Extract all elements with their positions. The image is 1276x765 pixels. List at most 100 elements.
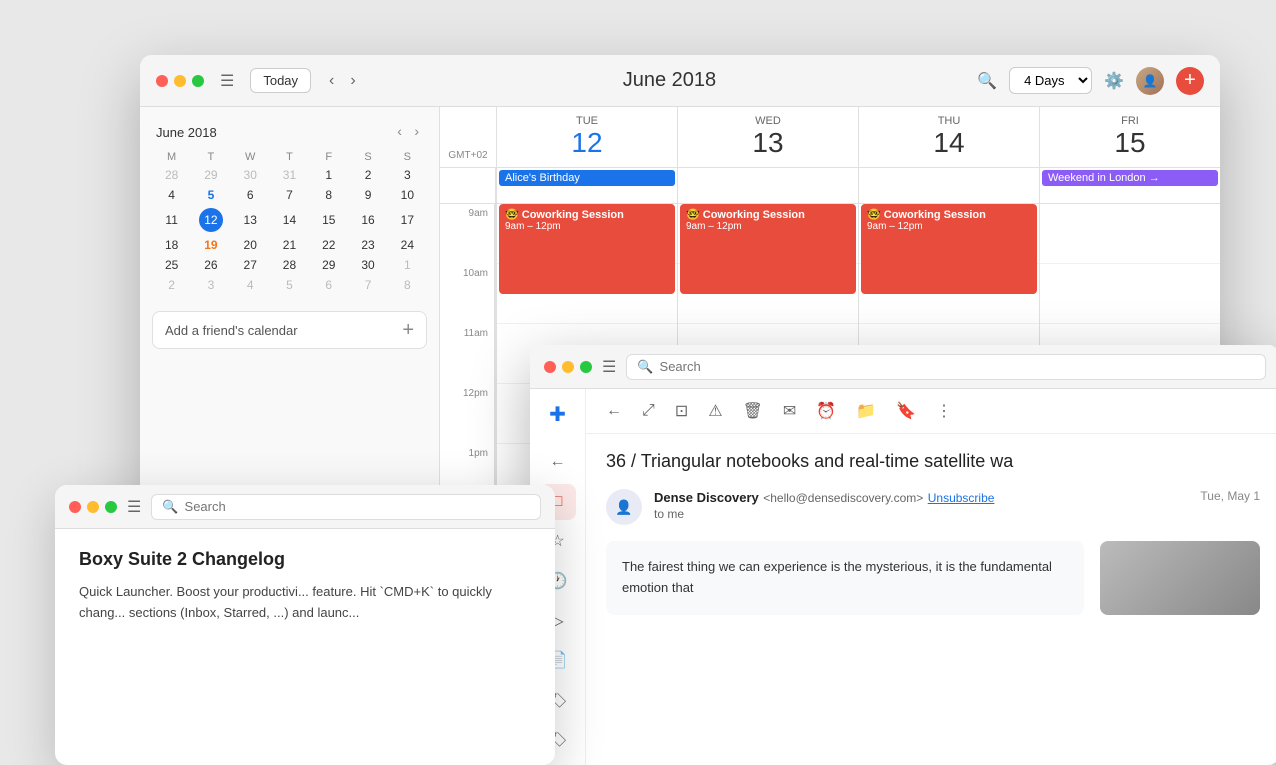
calendar-day[interactable]: 21	[270, 235, 309, 255]
view-select[interactable]: 4 Days Day Week Month	[1009, 67, 1092, 94]
calendar-day[interactable]: 2	[348, 165, 387, 185]
calendar-day[interactable]: 23	[348, 235, 387, 255]
coworking-event-wed[interactable]: 🤓 Coworking Session 9am – 12pm	[680, 204, 856, 294]
calendar-day[interactable]: 29	[191, 165, 230, 185]
calendar-day[interactable]: 4	[231, 275, 270, 295]
all-day-cell-tue: Alice's Birthday	[496, 168, 677, 203]
delete-button[interactable]: 🗑	[739, 397, 767, 425]
mini-prev-button[interactable]: ‹	[393, 123, 406, 139]
mail-action-button[interactable]: ✉	[779, 397, 800, 425]
time-9am: 9am	[440, 204, 495, 264]
compose-button[interactable]: ✚	[540, 397, 576, 433]
settings-icon[interactable]: ⚙️	[1104, 71, 1124, 91]
day-number-14[interactable]: 14	[863, 127, 1035, 159]
calendar-day[interactable]: 6	[309, 275, 348, 295]
calendar-day[interactable]: 24	[388, 235, 427, 255]
hamburger-icon[interactable]: ☰	[220, 71, 234, 91]
email-maximize-button[interactable]	[580, 361, 592, 373]
snooze-button[interactable]: ⏰	[812, 397, 840, 425]
more-button[interactable]: ⋮	[932, 397, 956, 425]
event-time: 9am – 12pm	[505, 221, 669, 232]
email-body-text: The fairest thing we can experience is t…	[622, 557, 1068, 599]
today-button[interactable]: Today	[250, 68, 311, 93]
calendar-day[interactable]: 3	[191, 275, 230, 295]
mini-next-button[interactable]: ›	[410, 123, 423, 139]
calendar-day[interactable]: 5	[191, 185, 230, 205]
all-day-event-birthday[interactable]: Alice's Birthday	[499, 170, 675, 186]
all-day-cell-fri: Weekend in London →	[1039, 168, 1220, 203]
minimize-button[interactable]	[174, 75, 186, 87]
calendar-day[interactable]: 5	[270, 275, 309, 295]
archive-button[interactable]: ⊡	[671, 397, 692, 425]
calendar-day[interactable]: 6	[231, 185, 270, 205]
calendar-day[interactable]: 25	[152, 255, 191, 275]
avatar[interactable]: 👤	[1136, 67, 1164, 95]
back-button[interactable]: ←	[602, 398, 626, 424]
coworking-event-thu[interactable]: 🤓 Coworking Session 9am – 12pm	[861, 204, 1037, 294]
maximize-button[interactable]	[192, 75, 204, 87]
day-number-12[interactable]: 12	[501, 127, 673, 159]
calendar-day[interactable]: 31	[270, 165, 309, 185]
day-number-13[interactable]: 13	[682, 127, 854, 159]
calendar-day[interactable]: 29	[309, 255, 348, 275]
calendar-day[interactable]: 28	[152, 165, 191, 185]
calendar-title: June 2018	[374, 69, 965, 92]
calendar-day[interactable]: 7	[270, 185, 309, 205]
calendar-day[interactable]: 30	[231, 165, 270, 185]
notes-article-title: Boxy Suite 2 Changelog	[79, 549, 531, 570]
day-number-15[interactable]: 15	[1044, 127, 1216, 159]
next-arrow[interactable]: ›	[344, 70, 361, 92]
calendar-day[interactable]: 20	[231, 235, 270, 255]
calendar-day[interactable]: 7	[348, 275, 387, 295]
calendar-day[interactable]: 17	[388, 205, 427, 235]
calendar-day[interactable]: 8	[388, 275, 427, 295]
calendar-day[interactable]: 8	[309, 185, 348, 205]
close-button[interactable]	[156, 75, 168, 87]
expand-button[interactable]: ⤢	[638, 398, 659, 424]
calendar-day[interactable]: 22	[309, 235, 348, 255]
prev-arrow[interactable]: ‹	[323, 70, 340, 92]
calendar-day[interactable]: 1	[309, 165, 348, 185]
calendar-day[interactable]: 1	[388, 255, 427, 275]
calendar-day[interactable]: 9	[348, 185, 387, 205]
calendar-day[interactable]: 16	[348, 205, 387, 235]
calendar-day[interactable]: 3	[388, 165, 427, 185]
calendar-day[interactable]: 30	[348, 255, 387, 275]
calendar-day[interactable]: 13	[231, 205, 270, 235]
calendar-day[interactable]: 11	[152, 205, 191, 235]
calendar-day[interactable]: 2	[152, 275, 191, 295]
traffic-lights	[156, 75, 204, 87]
notes-search-input[interactable]	[185, 499, 530, 514]
email-minimize-button[interactable]	[562, 361, 574, 373]
calendar-day[interactable]: 14	[270, 205, 309, 235]
calendar-day[interactable]: 15	[309, 205, 348, 235]
calendar-day[interactable]: 27	[231, 255, 270, 275]
label-button[interactable]: 🔖	[892, 397, 920, 425]
back-icon[interactable]: ←	[540, 445, 576, 481]
time-10am: 10am	[440, 264, 495, 324]
coworking-event-tue[interactable]: 🤓 Coworking Session 9am – 12pm	[499, 204, 675, 294]
calendar-day[interactable]: 10	[388, 185, 427, 205]
notes-maximize-button[interactable]	[105, 501, 117, 513]
calendar-day-today[interactable]: 12	[191, 205, 230, 235]
all-day-label	[440, 168, 496, 203]
calendar-day[interactable]: 4	[152, 185, 191, 205]
unsubscribe-link[interactable]: Unsubscribe	[928, 491, 995, 505]
notes-hamburger-icon[interactable]: ☰	[127, 497, 141, 517]
notes-close-button[interactable]	[69, 501, 81, 513]
report-button[interactable]: ⚠	[704, 397, 726, 425]
calendar-day[interactable]: 26	[191, 255, 230, 275]
email-search-input[interactable]	[660, 359, 1255, 374]
calendar-day[interactable]: 18	[152, 235, 191, 255]
add-event-button[interactable]: +	[1176, 67, 1204, 95]
calendar-day[interactable]: 28	[270, 255, 309, 275]
all-day-event-london[interactable]: Weekend in London →	[1042, 170, 1218, 186]
notes-minimize-button[interactable]	[87, 501, 99, 513]
add-friend-calendar[interactable]: Add a friend's calendar +	[152, 311, 427, 349]
calendar-day[interactable]: 19	[191, 235, 230, 255]
notes-article-body: Quick Launcher. Boost your productivi...…	[79, 582, 531, 624]
email-hamburger-icon[interactable]: ☰	[602, 357, 616, 377]
search-icon[interactable]: 🔍	[977, 71, 997, 91]
email-close-button[interactable]	[544, 361, 556, 373]
folder-button[interactable]: 📁	[852, 397, 880, 425]
